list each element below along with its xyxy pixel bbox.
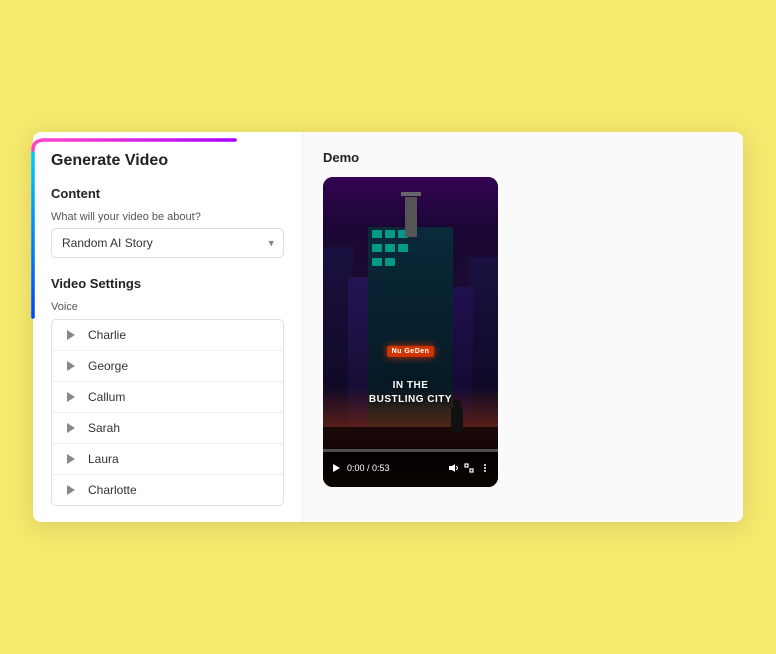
voice-item-charlotte[interactable]: Charlotte: [52, 475, 283, 505]
building-antenna: [405, 197, 417, 237]
neon-sign: Nu GeDen: [387, 346, 435, 357]
demo-title: Demo: [323, 150, 723, 165]
voice-list: Charlie George Callum: [51, 319, 284, 506]
play-callum-icon: [64, 390, 78, 404]
page-title: Generate Video: [51, 152, 284, 170]
voice-item-sarah[interactable]: Sarah: [52, 413, 283, 444]
voice-name-george: George: [88, 359, 128, 373]
voice-label: Voice: [51, 301, 284, 313]
voice-item-callum[interactable]: Callum: [52, 382, 283, 413]
voice-name-charlie: Charlie: [88, 328, 126, 342]
right-panel: Demo: [303, 132, 743, 522]
play-pause-button[interactable]: [331, 463, 341, 473]
main-card: Generate Video Content What will your vi…: [33, 132, 743, 522]
left-panel: Generate Video Content What will your vi…: [33, 132, 303, 522]
video-background: Nu GeDen IN THE BUSTLING CITY: [323, 177, 498, 487]
voice-name-charlotte: Charlotte: [88, 483, 137, 497]
caption-line2: BUSTLING CITY: [333, 393, 488, 407]
app-wrapper: Generate Video Content What will your vi…: [33, 132, 743, 522]
caption-line1: IN THE: [333, 379, 488, 393]
video-caption-overlay: IN THE BUSTLING CITY: [323, 379, 498, 407]
video-topic-label: What will your video be about?: [51, 211, 284, 223]
demo-video-container[interactable]: Nu GeDen IN THE BUSTLING CITY: [323, 177, 498, 487]
voice-item-george[interactable]: George: [52, 351, 283, 382]
play-george-icon: [64, 359, 78, 373]
play-laura-icon: [64, 452, 78, 466]
time-display: 0:00 / 0:53: [347, 463, 442, 473]
person-silhouette: [451, 407, 463, 432]
voice-item-laura[interactable]: Laura: [52, 444, 283, 475]
play-charlie-icon: [64, 328, 78, 342]
voice-name-callum: Callum: [88, 390, 125, 404]
voice-name-laura: Laura: [88, 452, 119, 466]
voice-name-sarah: Sarah: [88, 421, 120, 435]
video-controls-bar: 0:00 / 0:53: [323, 449, 498, 487]
video-progress-bar[interactable]: [323, 449, 498, 452]
fullscreen-button[interactable]: [464, 463, 474, 473]
video-topic-select[interactable]: Random AI Story Custom Topic News Summar…: [51, 228, 284, 258]
video-settings-title: Video Settings: [51, 276, 284, 291]
voice-item-charlie[interactable]: Charlie: [52, 320, 283, 351]
play-charlotte-icon: [64, 483, 78, 497]
play-sarah-icon: [64, 421, 78, 435]
more-options-button[interactable]: [480, 463, 490, 473]
content-section-title: Content: [51, 186, 284, 201]
video-topic-select-wrapper: Random AI Story Custom Topic News Summar…: [51, 228, 284, 258]
volume-button[interactable]: [448, 463, 458, 473]
